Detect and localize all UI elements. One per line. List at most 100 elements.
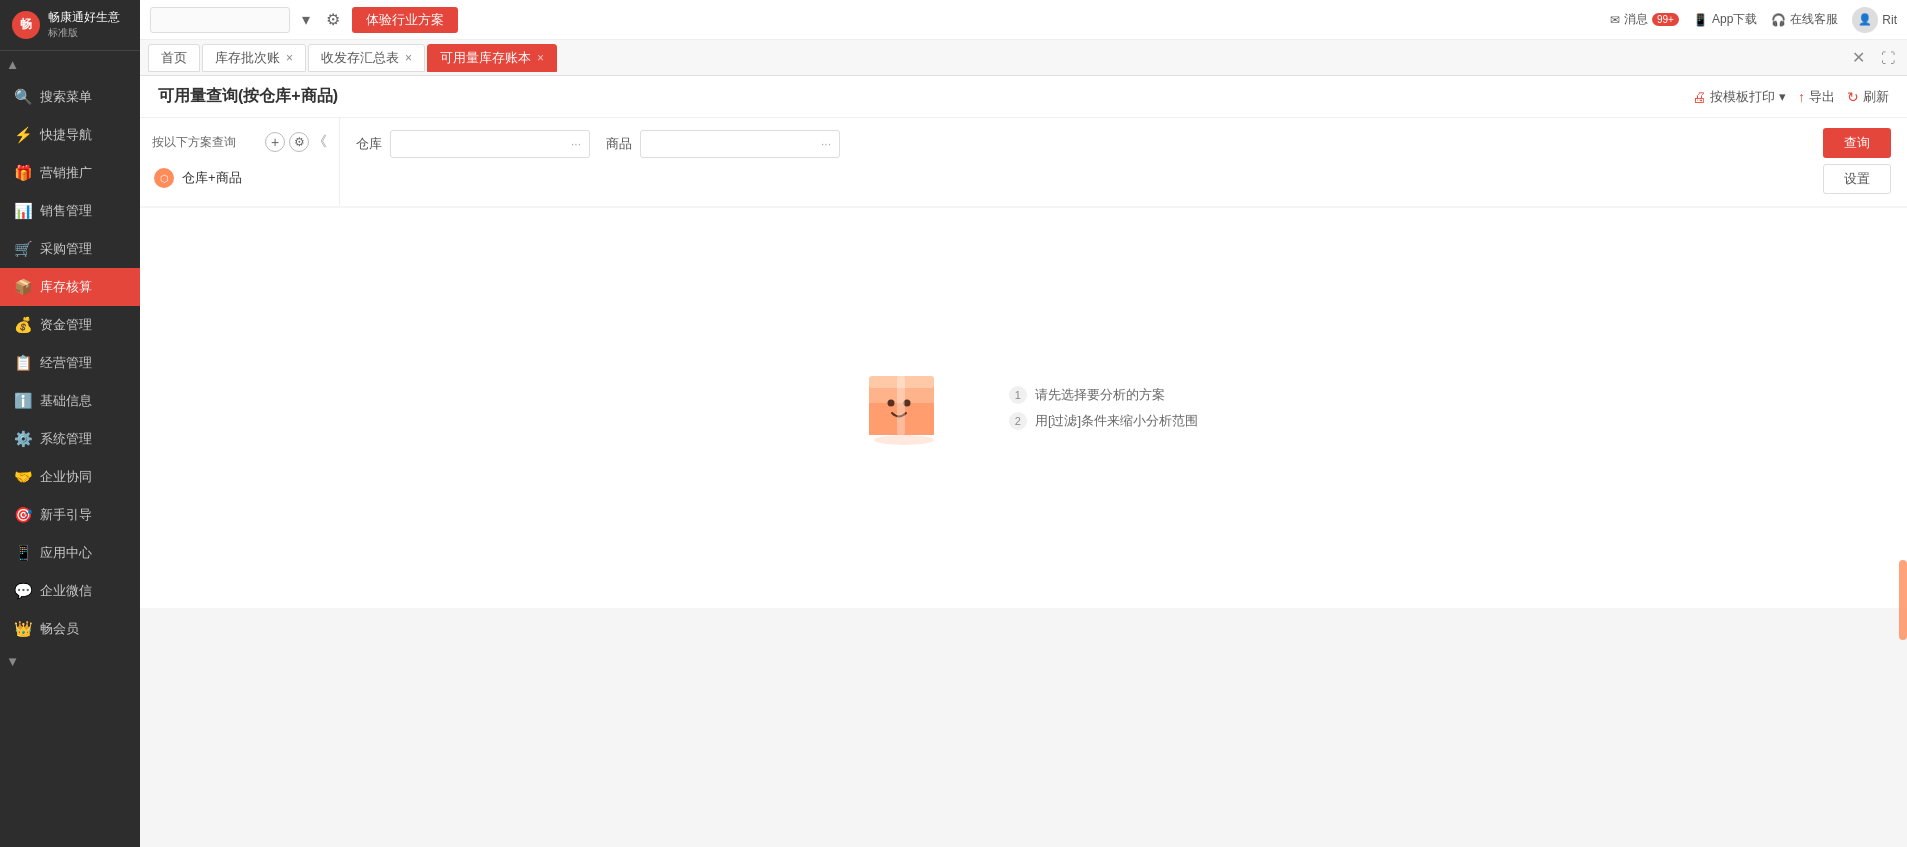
print-icon: 🖨 <box>1692 89 1706 105</box>
sidebar-item-operation[interactable]: 📋 经营管理 <box>0 344 140 382</box>
sidebar-scroll-up[interactable]: ▲ <box>0 51 25 78</box>
sidebar-logo: 畅 <box>12 11 40 39</box>
target-icon: 🎯 <box>14 506 32 524</box>
trial-button[interactable]: 体验行业方案 <box>352 7 458 33</box>
filter-warehouse-input[interactable]: ··· <box>390 130 590 158</box>
sidebar-item-label: 应用中心 <box>40 544 92 562</box>
export-label: 导出 <box>1809 88 1835 106</box>
print-dropdown-icon: ▾ <box>1779 89 1786 104</box>
product-more-icon[interactable]: ··· <box>821 137 831 151</box>
refresh-label: 刷新 <box>1863 88 1889 106</box>
search-icon: 🔍 <box>14 88 32 106</box>
message-label: 消息 <box>1624 11 1648 28</box>
svg-rect-6 <box>897 376 905 435</box>
tab-batch-ledger-label: 库存批次账 <box>215 49 280 67</box>
tab-batch-ledger[interactable]: 库存批次账 × <box>202 44 306 72</box>
query-button[interactable]: 查询 <box>1823 128 1891 158</box>
refresh-button[interactable]: ↻ 刷新 <box>1847 88 1889 106</box>
scheme-add-button[interactable]: + <box>265 132 285 152</box>
tab-available-qty-label: 可用量库存账本 <box>440 49 531 67</box>
lightning-icon: ⚡ <box>14 126 32 144</box>
sidebar-item-label: 企业协同 <box>40 468 92 486</box>
sidebar-item-inventory[interactable]: 📦 库存核算 <box>0 268 140 306</box>
tab-summary[interactable]: 收发存汇总表 × <box>308 44 425 72</box>
filter-product-input[interactable]: ··· <box>640 130 840 158</box>
topbar-search-area <box>150 7 290 33</box>
right-scroll-hint <box>1899 560 1907 640</box>
topbar-right: ✉ 消息 99+ 📱 App下载 🎧 在线客服 👤 Rit <box>1610 7 1897 33</box>
sidebar-item-system[interactable]: ⚙️ 系统管理 <box>0 420 140 458</box>
info-icon: ℹ️ <box>14 392 32 410</box>
main-area: ▾ ⚙ 体验行业方案 ✉ 消息 99+ 📱 App下载 🎧 在线客服 👤 R <box>140 0 1907 847</box>
sidebar-title-area: 畅康通好生意 标准版 <box>48 10 120 40</box>
export-button[interactable]: ↑ 导出 <box>1798 88 1835 106</box>
chart-icon: 📊 <box>14 202 32 220</box>
sidebar-item-app-center[interactable]: 📱 应用中心 <box>0 534 140 572</box>
svg-point-4 <box>887 400 894 407</box>
sidebar-item-sales[interactable]: 📊 销售管理 <box>0 192 140 230</box>
tab-available-qty[interactable]: 可用量库存账本 × <box>427 44 557 72</box>
tab-home[interactable]: 首页 <box>148 44 200 72</box>
sidebar-item-label: 基础信息 <box>40 392 92 410</box>
sidebar-item-wechat[interactable]: 💬 企业微信 <box>0 572 140 610</box>
scheme-item-warehouse-product[interactable]: ⬡ 仓库+商品 <box>140 160 339 196</box>
sidebar-item-search[interactable]: 🔍 搜索菜单 <box>0 78 140 116</box>
sidebar-item-label: 新手引导 <box>40 506 92 524</box>
tip-2-number: 2 <box>1009 412 1027 430</box>
app-icon: 📱 <box>1693 13 1708 27</box>
tab-available-qty-close[interactable]: × <box>537 51 544 65</box>
sidebar-item-label: 快捷导航 <box>40 126 92 144</box>
sidebar-scroll-down[interactable]: ▼ <box>0 648 25 675</box>
empty-tip-1: 1 请先选择要分析的方案 <box>1009 386 1165 404</box>
headset-icon: 🎧 <box>1771 13 1786 27</box>
sidebar-item-finance[interactable]: 💰 资金管理 <box>0 306 140 344</box>
clipboard-icon: 📋 <box>14 354 32 372</box>
filter-warehouse-label: 仓库 <box>356 135 382 153</box>
customer-service-label: 在线客服 <box>1790 11 1838 28</box>
empty-illustration-svg <box>849 348 969 448</box>
sidebar-nav: ▲ 🔍 搜索菜单 ⚡ 快捷导航 🎁 营销推广 📊 销售管理 🛒 采购管理 📦 库… <box>0 51 140 847</box>
crown-icon: 👑 <box>14 620 32 638</box>
sidebar-item-label: 经营管理 <box>40 354 92 372</box>
scheme-settings-button[interactable]: ⚙ <box>289 132 309 152</box>
sidebar-item-marketing[interactable]: 🎁 营销推广 <box>0 154 140 192</box>
print-button[interactable]: 🖨 按模板打印 ▾ <box>1692 88 1786 106</box>
money-icon: 💰 <box>14 316 32 334</box>
empty-tip-2: 2 用[过滤]条件来缩小分析范围 <box>1009 412 1198 430</box>
sidebar: 畅 畅康通好生意 标准版 ▲ 🔍 搜索菜单 ⚡ 快捷导航 🎁 营销推广 📊 销售… <box>0 0 140 847</box>
topbar-dropdown-btn[interactable]: ▾ <box>298 10 314 29</box>
sidebar-item-enterprise[interactable]: 🤝 企业协同 <box>0 458 140 496</box>
scheme-panel-actions: + ⚙ 《 <box>265 132 327 152</box>
scheme-collapse-button[interactable]: 《 <box>313 133 327 151</box>
sidebar-item-purchase[interactable]: 🛒 采购管理 <box>0 230 140 268</box>
close-tab-button[interactable]: ✕ <box>1848 48 1869 67</box>
sidebar-item-member[interactable]: 👑 畅会员 <box>0 610 140 648</box>
filter-product-label: 商品 <box>606 135 632 153</box>
message-badge: 99+ <box>1652 13 1679 26</box>
customer-service-item[interactable]: 🎧 在线客服 <box>1771 11 1838 28</box>
tip-1-text: 请先选择要分析的方案 <box>1035 386 1165 404</box>
scheme-panel: 按以下方案查询 + ⚙ 《 ⬡ 仓库+商品 <box>140 118 340 206</box>
svg-point-0 <box>874 435 934 445</box>
topbar-settings-btn[interactable]: ⚙ <box>322 10 344 29</box>
sidebar-item-guide[interactable]: 🎯 新手引导 <box>0 496 140 534</box>
tabs-right-actions: ✕ ⛶ <box>1848 48 1899 67</box>
filter-panel: 仓库 ··· 商品 ··· <box>340 118 1807 206</box>
user-area[interactable]: 👤 Rit <box>1852 7 1897 33</box>
message-item[interactable]: ✉ 消息 99+ <box>1610 11 1679 28</box>
scheme-icon: ⬡ <box>154 168 174 188</box>
warehouse-more-icon[interactable]: ··· <box>571 137 581 151</box>
app-download-item[interactable]: 📱 App下载 <box>1693 11 1757 28</box>
resize-tab-button[interactable]: ⛶ <box>1877 50 1899 66</box>
sidebar-item-basic-info[interactable]: ℹ️ 基础信息 <box>0 382 140 420</box>
topbar-search-input[interactable] <box>150 7 290 33</box>
username-label: Rit <box>1882 13 1897 27</box>
sidebar-item-label: 营销推广 <box>40 164 92 182</box>
tab-batch-ledger-close[interactable]: × <box>286 51 293 65</box>
sidebar-item-shortcut[interactable]: ⚡ 快捷导航 <box>0 116 140 154</box>
tab-summary-close[interactable]: × <box>405 51 412 65</box>
gear-icon: ⚙️ <box>14 430 32 448</box>
filter-actions: 查询 设置 <box>1807 118 1907 206</box>
sidebar-edition: 标准版 <box>48 26 120 40</box>
settings-button[interactable]: 设置 <box>1823 164 1891 194</box>
